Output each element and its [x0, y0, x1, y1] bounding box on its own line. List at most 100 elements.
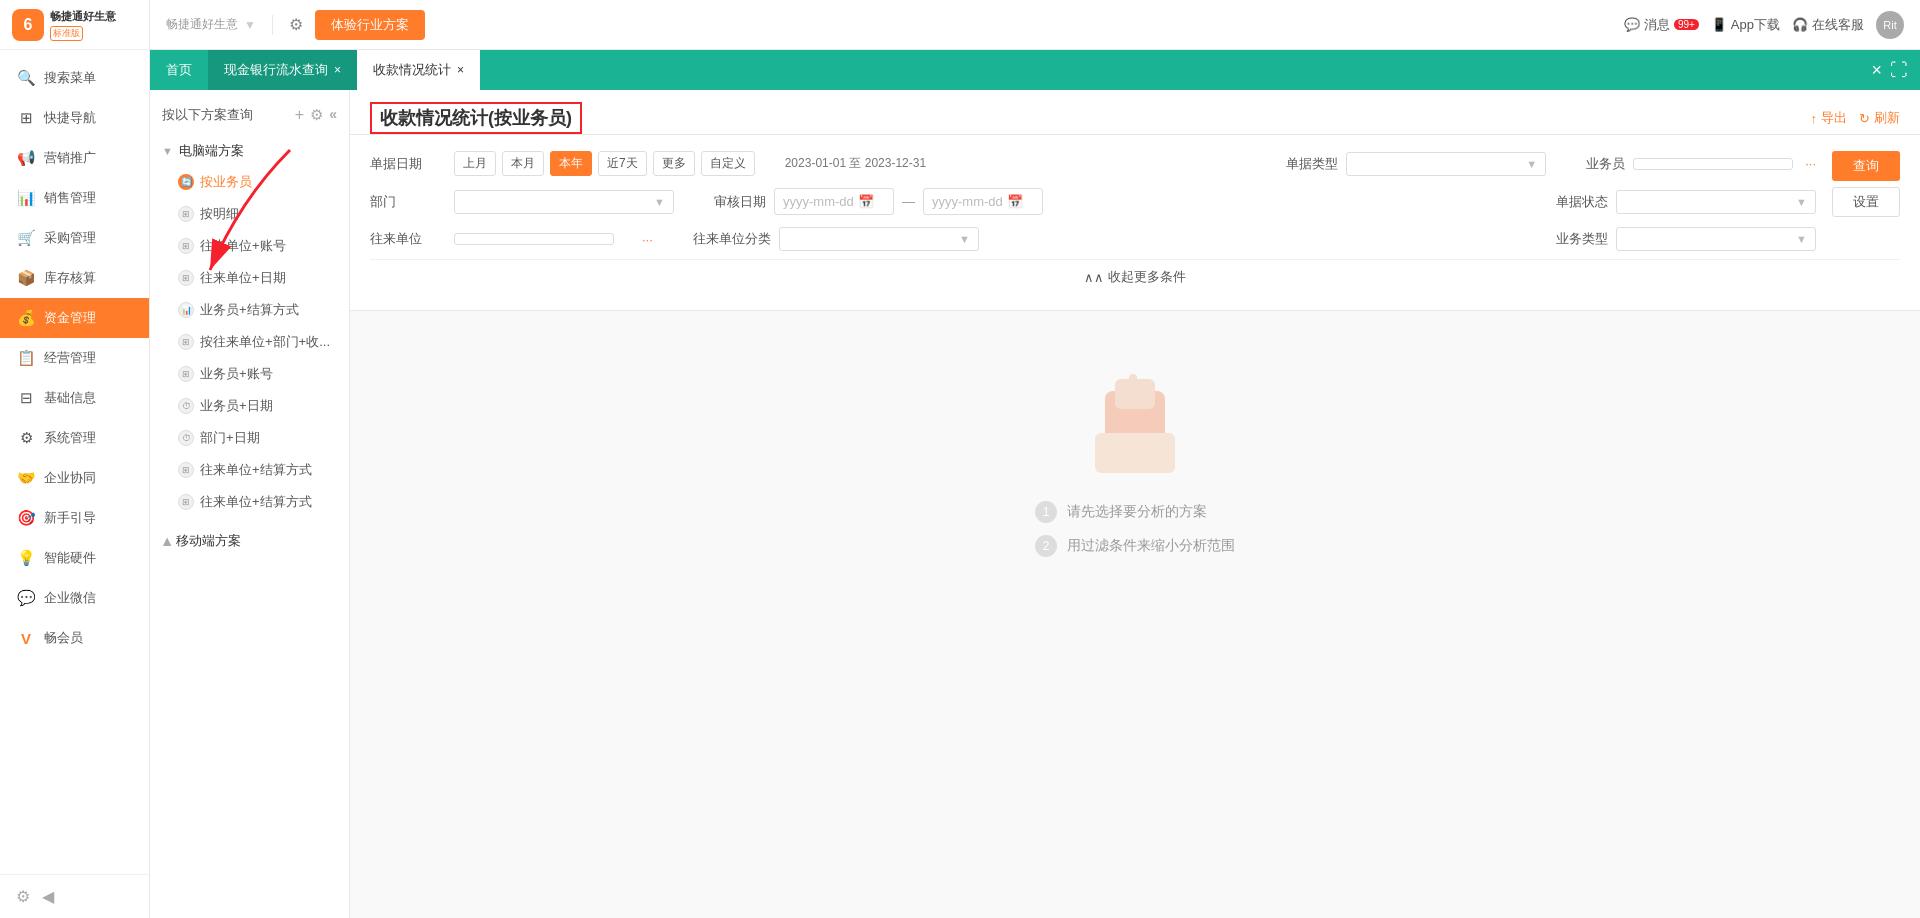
- trial-button[interactable]: 体验行业方案: [315, 10, 425, 40]
- sidebar-item-purchase[interactable]: 🛒 采购管理: [0, 218, 149, 258]
- wechat-icon: 💬: [16, 588, 36, 608]
- settings-button[interactable]: 设置: [1832, 187, 1900, 217]
- doc-status-filter: 单据状态 ▼: [1556, 190, 1816, 214]
- sidebar-item-operation[interactable]: 📋 经营管理: [0, 338, 149, 378]
- client-category-select[interactable]: ▼: [779, 227, 979, 251]
- tab-bank-flow[interactable]: 现金银行流水查询 ×: [208, 50, 357, 90]
- left-panel-actions: + ⚙ «: [295, 106, 337, 124]
- robot-illustration: [1085, 371, 1185, 481]
- scheme-item-by-salesperson[interactable]: 🔄 按业务员: [150, 166, 349, 198]
- sidebar-item-marketing[interactable]: 📢 营销推广: [0, 138, 149, 178]
- topbar-gear-icon[interactable]: ⚙: [289, 15, 303, 34]
- audit-date-start[interactable]: yyyy-mm-dd 📅: [774, 188, 894, 215]
- scheme-icon-client-settlement2: ⊞: [178, 494, 194, 510]
- collapse-filter-button[interactable]: ∧∧ 收起更多条件: [370, 259, 1900, 294]
- doc-type-select[interactable]: ▼: [1346, 152, 1546, 176]
- sidebar-item-search-menu[interactable]: 🔍 搜索菜单: [0, 58, 149, 98]
- customer-service-action[interactable]: 🎧 在线客服: [1792, 16, 1864, 34]
- date-btn-this-year[interactable]: 本年: [550, 151, 592, 176]
- filter-rows-wrapper: 单据日期 上月 本月 本年 近7天 更多 自定义 2023-01-01 至 20…: [370, 151, 1900, 251]
- guide-icon: 🎯: [16, 508, 36, 528]
- client-input[interactable]: [454, 233, 614, 245]
- sidebar-item-guide[interactable]: 🎯 新手引导: [0, 498, 149, 538]
- sidebar: 6 畅捷通好生意 标准版 🔍 搜索菜单 ⊞ 快捷导航 📢 营销推广 📊 销售管理…: [0, 0, 150, 918]
- sidebar-item-wechat[interactable]: 💬 企业微信: [0, 578, 149, 618]
- dept-label: 部门: [370, 193, 430, 211]
- doc-type-chevron-icon: ▼: [1526, 158, 1537, 170]
- tab-bank-flow-close[interactable]: ×: [334, 63, 341, 77]
- settings-scheme-icon[interactable]: ⚙: [310, 106, 323, 124]
- scheme-icon-detail: ⊞: [178, 206, 194, 222]
- date-btn-more[interactable]: 更多: [653, 151, 695, 176]
- export-button[interactable]: ↑ 导出: [1811, 109, 1848, 127]
- sidebar-item-basic[interactable]: ⊟ 基础信息: [0, 378, 149, 418]
- scheme-item-salesperson-account[interactable]: ⊞ 业务员+账号: [150, 358, 349, 390]
- scheme-item-client-settlement1[interactable]: ⊞ 往来单位+结算方式: [150, 454, 349, 486]
- scheme-item-salesperson-date[interactable]: ⏱ 业务员+日期: [150, 390, 349, 422]
- date-label: 单据日期: [370, 155, 430, 173]
- empty-step-2: 2 用过滤条件来缩小分析范围: [1035, 535, 1235, 557]
- topbar: 畅捷通好生意 ▼ ⚙ 体验行业方案 💬 消息 99+ 📱 App下载 🎧 在线客…: [150, 0, 1920, 50]
- tab-home[interactable]: 首页: [150, 50, 208, 90]
- scheme-icon-salesperson-account: ⊞: [178, 366, 194, 382]
- topbar-breadcrumb: 畅捷通好生意 ▼: [166, 16, 256, 33]
- app-download-action[interactable]: 📱 App下载: [1711, 16, 1780, 34]
- scheme-item-by-detail[interactable]: ⊞ 按明细: [150, 198, 349, 230]
- sidebar-item-system[interactable]: ⚙ 系统管理: [0, 418, 149, 458]
- date-btn-this-month[interactable]: 本月: [502, 151, 544, 176]
- sidebar-item-hardware[interactable]: 💡 智能硬件: [0, 538, 149, 578]
- desktop-scheme-group: ▼ 电脑端方案 🔄 按业务员 ⊞ 按明细 ⊞ 往来单位+账号 ⊞: [150, 132, 349, 522]
- tab-collection-stats[interactable]: 收款情况统计 ×: [357, 50, 480, 90]
- scheme-icon-salesperson-settlement: 📊: [178, 302, 194, 318]
- scheme-item-client-account[interactable]: ⊞ 往来单位+账号: [150, 230, 349, 262]
- scheme-item-salesperson-settlement[interactable]: 📊 业务员+结算方式: [150, 294, 349, 326]
- member-icon: V: [16, 628, 36, 648]
- messages-action[interactable]: 💬 消息 99+: [1624, 16, 1699, 34]
- refresh-button[interactable]: ↻ 刷新: [1859, 109, 1900, 127]
- doc-type-filter: 单据类型 ▼: [1286, 152, 1546, 176]
- salesperson-input[interactable]: [1633, 158, 1793, 170]
- mobile-group-title[interactable]: ▶ 移动端方案: [150, 526, 349, 556]
- sidebar-nav: 🔍 搜索菜单 ⊞ 快捷导航 📢 营销推广 📊 销售管理 🛒 采购管理 📦 库存核…: [0, 50, 149, 874]
- dept-select[interactable]: ▼: [454, 190, 674, 214]
- sidebar-item-finance[interactable]: 💰 资金管理: [0, 298, 149, 338]
- desktop-group-title[interactable]: ▼ 电脑端方案: [150, 136, 349, 166]
- client-category-chevron-icon: ▼: [959, 233, 970, 245]
- scheme-item-dept-date[interactable]: ⏱ 部门+日期: [150, 422, 349, 454]
- date-btn-custom[interactable]: 自定义: [701, 151, 755, 176]
- audit-date-end[interactable]: yyyy-mm-dd 📅: [923, 188, 1043, 215]
- query-button[interactable]: 查询: [1832, 151, 1900, 181]
- page-header: 收款情况统计(按业务员) ↑ 导出 ↻ 刷新: [350, 90, 1920, 135]
- phone-icon: 📱: [1711, 17, 1727, 32]
- client-more-icon[interactable]: ···: [642, 232, 653, 247]
- message-badge: 99+: [1674, 19, 1699, 30]
- basic-icon: ⊟: [16, 388, 36, 408]
- sidebar-item-quick-nav[interactable]: ⊞ 快捷导航: [0, 98, 149, 138]
- sidebar-settings-icon[interactable]: ⚙: [16, 887, 30, 906]
- sidebar-item-member[interactable]: V 畅会员: [0, 618, 149, 658]
- window-maximize-icon[interactable]: ⛶: [1890, 60, 1908, 81]
- scheme-item-client-settlement2[interactable]: ⊞ 往来单位+结算方式: [150, 486, 349, 518]
- salesperson-more-icon[interactable]: ···: [1805, 156, 1816, 171]
- window-close-icon[interactable]: ×: [1871, 60, 1882, 81]
- sidebar-item-sales[interactable]: 📊 销售管理: [0, 178, 149, 218]
- sidebar-item-enterprise[interactable]: 🤝 企业协同: [0, 458, 149, 498]
- scheme-icon-client-account: ⊞: [178, 238, 194, 254]
- scheme-item-client-date[interactable]: ⊞ 往来单位+日期: [150, 262, 349, 294]
- sidebar-collapse-icon[interactable]: ◀: [42, 887, 54, 906]
- tab-collection-stats-close[interactable]: ×: [457, 63, 464, 77]
- date-btn-last-month[interactable]: 上月: [454, 151, 496, 176]
- sidebar-item-inventory[interactable]: 📦 库存核算: [0, 258, 149, 298]
- salesperson-label: 业务员: [1586, 155, 1625, 173]
- client-category-label: 往来单位分类: [693, 230, 771, 248]
- collapse-panel-icon[interactable]: «: [329, 106, 337, 124]
- user-avatar[interactable]: Rit: [1876, 11, 1904, 39]
- add-scheme-icon[interactable]: +: [295, 106, 304, 124]
- quick-nav-icon: ⊞: [16, 108, 36, 128]
- date-btn-last-7[interactable]: 近7天: [598, 151, 647, 176]
- client-category-filter: 往来单位分类 ▼: [693, 227, 979, 251]
- doc-status-select[interactable]: ▼: [1616, 190, 1816, 214]
- scheme-item-client-dept[interactable]: ⊞ 按往来单位+部门+收...: [150, 326, 349, 358]
- business-type-select[interactable]: ▼: [1616, 227, 1816, 251]
- page-title: 收款情况统计(按业务员): [370, 102, 582, 134]
